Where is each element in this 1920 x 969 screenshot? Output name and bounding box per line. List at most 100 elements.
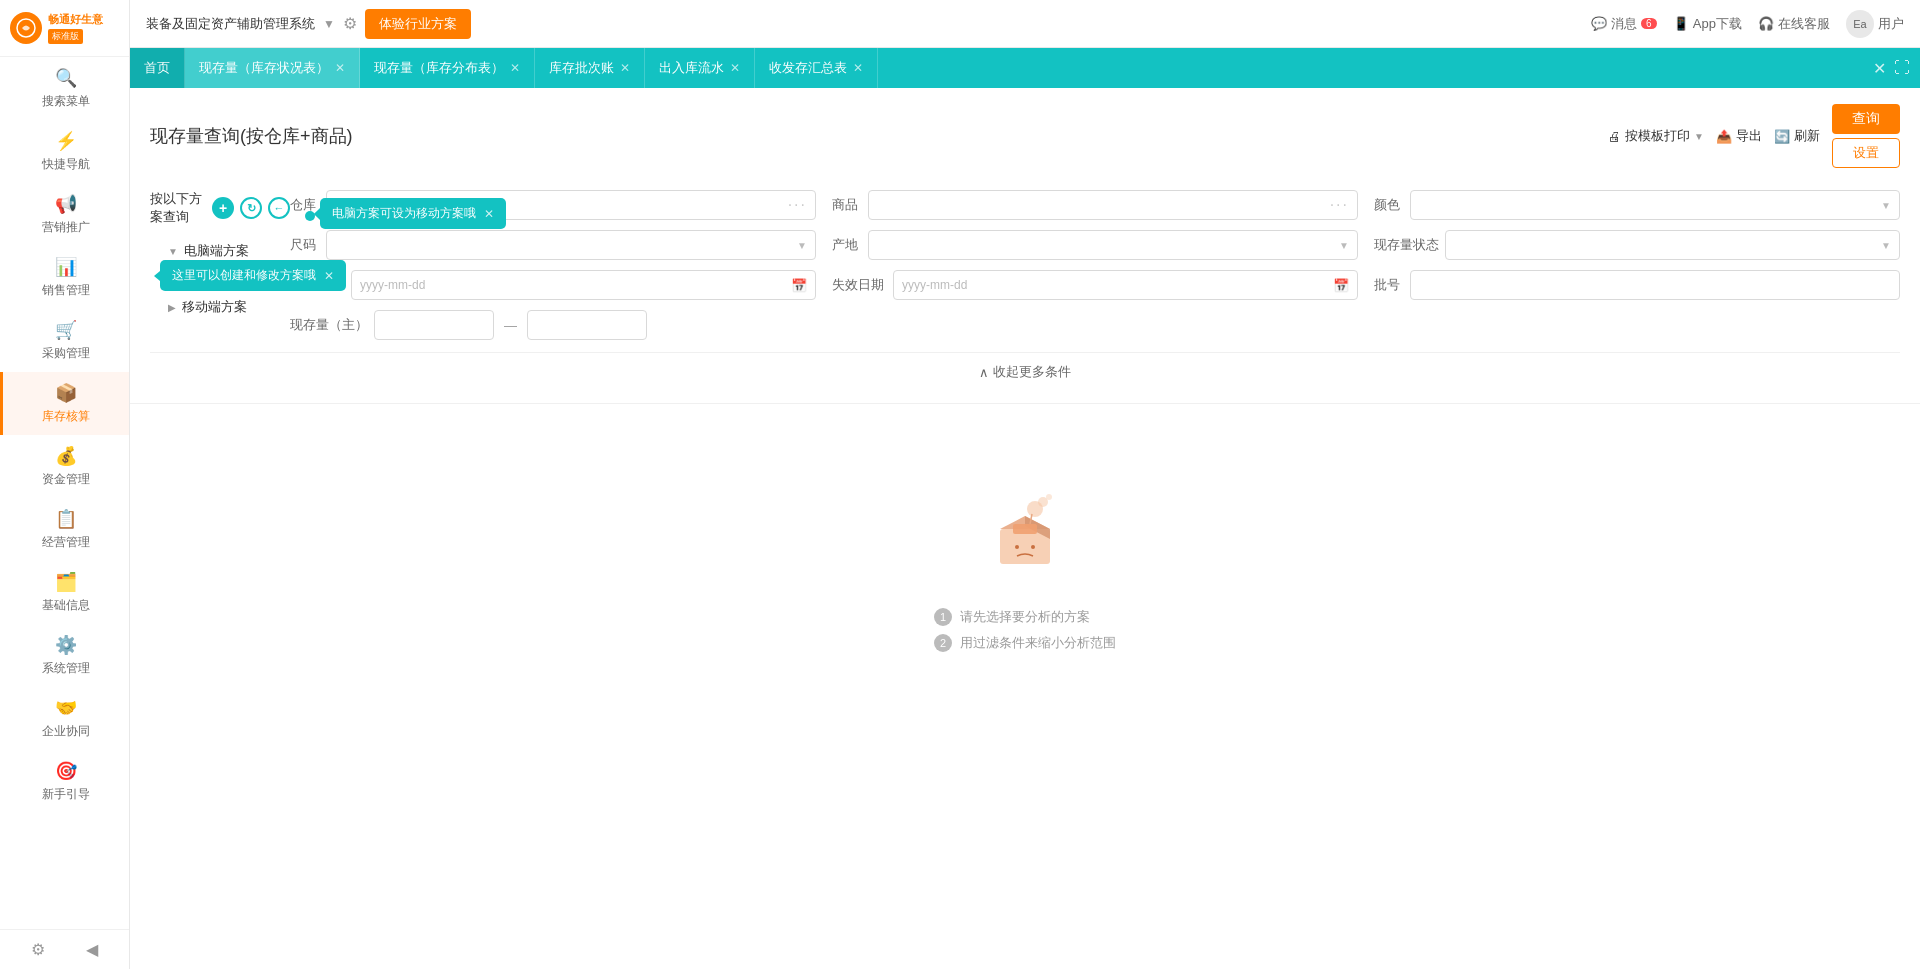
sidebar-item-finance-label: 资金管理 [42, 471, 90, 488]
batch-no-input[interactable] [1410, 270, 1900, 300]
stock-main-from-input[interactable] [374, 310, 494, 340]
goods-input[interactable]: ··· [868, 190, 1358, 220]
goods-field: 商品 ··· [832, 190, 1358, 220]
color-field: 颜色 ▼ [1374, 190, 1900, 220]
topbar-settings-icon[interactable]: ⚙ [343, 14, 357, 33]
topbar-left: 装备及固定资产辅助管理系统 ▼ ⚙ 体验行业方案 [146, 9, 471, 39]
app-download-item[interactable]: 📱 App下载 [1673, 15, 1742, 33]
sidebar-item-search[interactable]: 🔍 搜索菜单 [0, 57, 129, 120]
filter-section: 按以下方案查询 + ↻ ← ▼ [130, 178, 1920, 404]
stock-status-dropdown-icon: ▼ [1881, 240, 1891, 251]
cycle-scheme-btn[interactable]: ↻ [240, 197, 262, 219]
tab-inventory-status[interactable]: 现存量（库存状况表） ✕ [185, 48, 360, 88]
size-select[interactable]: ▼ [326, 230, 816, 260]
collapse-chevron-icon: ∧ [979, 365, 989, 380]
tab-home[interactable]: 首页 [130, 48, 185, 88]
sidebar-item-guide[interactable]: 🎯 新手引导 [0, 750, 129, 813]
batch-no-field: 批号 [1374, 270, 1900, 300]
home-tab-label: 首页 [144, 59, 170, 77]
inout-flow-tab-close[interactable]: ✕ [730, 61, 740, 75]
batch-account-tab-close[interactable]: ✕ [620, 61, 630, 75]
color-select[interactable]: ▼ [1410, 190, 1900, 220]
step-num-1: 1 [934, 608, 952, 626]
step-num-2: 2 [934, 634, 952, 652]
topbar-right: 💬 消息 6 📱 App下载 🎧 在线客服 Ea 用户 [1591, 10, 1904, 38]
sidebar-item-quick-nav[interactable]: ⚡ 快捷导航 [0, 120, 129, 183]
sidebar-footer: ⚙ ◀ [0, 929, 129, 969]
inout-flow-tab-label: 出入库流水 [659, 59, 724, 77]
basic-info-icon: 🗂️ [55, 571, 77, 593]
tab-inout-flow[interactable]: 出入库流水 ✕ [645, 48, 755, 88]
logo-text-area: 畅通好生意 标准版 [48, 12, 103, 44]
receivable-summary-tab-close[interactable]: ✕ [853, 61, 863, 75]
size-field: 尺码 ▼ [290, 230, 816, 260]
expire-date-field: 失效日期 yyyy-mm-dd 📅 [832, 270, 1358, 300]
print-label: 按模板打印 [1625, 127, 1690, 145]
online-support-label: 在线客服 [1778, 15, 1830, 33]
tab-batch-account[interactable]: 库存批次账 ✕ [535, 48, 645, 88]
sidebar-item-marketing-label: 营销推广 [42, 219, 90, 236]
sidebar-item-enterprise[interactable]: 🤝 企业协同 [0, 687, 129, 750]
produce-date-input[interactable]: yyyy-mm-dd 📅 [351, 270, 816, 300]
empty-steps: 1 请先选择要分析的方案 2 用过滤条件来缩小分析范围 [934, 604, 1116, 656]
back-scheme-btn[interactable]: ← [268, 197, 290, 219]
user-item[interactable]: Ea 用户 [1846, 10, 1904, 38]
sidebar-item-sales[interactable]: 📊 销售管理 [0, 246, 129, 309]
expand-tabs-btn[interactable]: ⛶ [1894, 59, 1910, 77]
origin-select[interactable]: ▼ [868, 230, 1358, 260]
query-button[interactable]: 查询 [1832, 104, 1900, 134]
edit-tooltip-close[interactable]: ✕ [324, 269, 334, 283]
export-label: 导出 [1736, 127, 1762, 145]
filter-right: 仓库 ··· 商品 ··· [290, 190, 1900, 344]
batch-account-tab-label: 库存批次账 [549, 59, 614, 77]
inventory-icon: 📦 [55, 382, 77, 404]
settings-footer-btn[interactable]: ⚙ [31, 940, 45, 959]
empty-step-1-text: 请先选择要分析的方案 [960, 604, 1090, 630]
sidebar-item-operations[interactable]: 📋 经营管理 [0, 498, 129, 561]
sidebar-item-marketing[interactable]: 📢 营销推广 [0, 183, 129, 246]
stock-status-field: 现存量状态 ▼ [1374, 230, 1900, 260]
sidebar-item-purchase[interactable]: 🛒 采购管理 [0, 309, 129, 372]
filter-header: 按以下方案查询 + ↻ ← [150, 190, 290, 226]
scheme-tooltip-close[interactable]: ✕ [484, 207, 494, 221]
add-scheme-btn[interactable]: + [212, 197, 234, 219]
sidebar-item-inventory[interactable]: 📦 库存核算 [0, 372, 129, 435]
inventory-distribution-tab-label: 现存量（库存分布表） [374, 59, 504, 77]
filter-row-4: 现存量（主） — [290, 310, 1900, 340]
collapse-btn[interactable]: ∧ 收起更多条件 [979, 363, 1071, 381]
system-title: 装备及固定资产辅助管理系统 [146, 15, 315, 33]
main-content: 装备及固定资产辅助管理系统 ▼ ⚙ 体验行业方案 💬 消息 6 📱 App下载 … [130, 0, 1920, 969]
sidebar-item-finance[interactable]: 💰 资金管理 [0, 435, 129, 498]
sidebar-item-system[interactable]: ⚙️ 系统管理 [0, 624, 129, 687]
message-item[interactable]: 💬 消息 6 [1591, 15, 1657, 33]
empty-step-2: 2 用过滤条件来缩小分析范围 [934, 630, 1116, 656]
expire-date-input[interactable]: yyyy-mm-dd 📅 [893, 270, 1358, 300]
online-support-item[interactable]: 🎧 在线客服 [1758, 15, 1830, 33]
size-dropdown-icon: ▼ [797, 240, 807, 251]
topbar-chevron-icon: ▼ [323, 17, 335, 31]
print-btn-area[interactable]: 🖨 按模板打印 ▼ [1608, 127, 1704, 145]
refresh-btn-area[interactable]: 🔄 刷新 [1774, 127, 1820, 145]
produce-date-calendar-icon: 📅 [791, 278, 807, 293]
sidebar-item-inventory-label: 库存核算 [42, 408, 90, 425]
tab-inventory-distribution[interactable]: 现存量（库存分布表） ✕ [360, 48, 535, 88]
filter-top-area: 按以下方案查询 + ↻ ← ▼ [150, 190, 1900, 344]
set-button[interactable]: 设置 [1832, 138, 1900, 168]
close-all-tabs-btn[interactable]: ✕ [1873, 59, 1886, 78]
tab-receivable-summary[interactable]: 收发存汇总表 ✕ [755, 48, 878, 88]
print-icon: 🖨 [1608, 129, 1621, 144]
finance-icon: 💰 [55, 445, 77, 467]
stock-main-to-input[interactable] [527, 310, 647, 340]
stock-status-select[interactable]: ▼ [1445, 230, 1900, 260]
sidebar-item-basic-info[interactable]: 🗂️ 基础信息 [0, 561, 129, 624]
collapse-sidebar-btn[interactable]: ◀ [86, 940, 98, 959]
experience-btn[interactable]: 体验行业方案 [365, 9, 471, 39]
color-label: 颜色 [1374, 196, 1404, 214]
svg-point-5 [1015, 545, 1019, 549]
inventory-distribution-tab-close[interactable]: ✕ [510, 61, 520, 75]
quick-nav-icon: ⚡ [55, 130, 77, 152]
scheme-mobile-group[interactable]: ▶ 移动端方案 [160, 294, 290, 320]
export-btn-area[interactable]: 📤 导出 [1716, 127, 1762, 145]
sidebar-item-operations-label: 经营管理 [42, 534, 90, 551]
inventory-status-tab-close[interactable]: ✕ [335, 61, 345, 75]
